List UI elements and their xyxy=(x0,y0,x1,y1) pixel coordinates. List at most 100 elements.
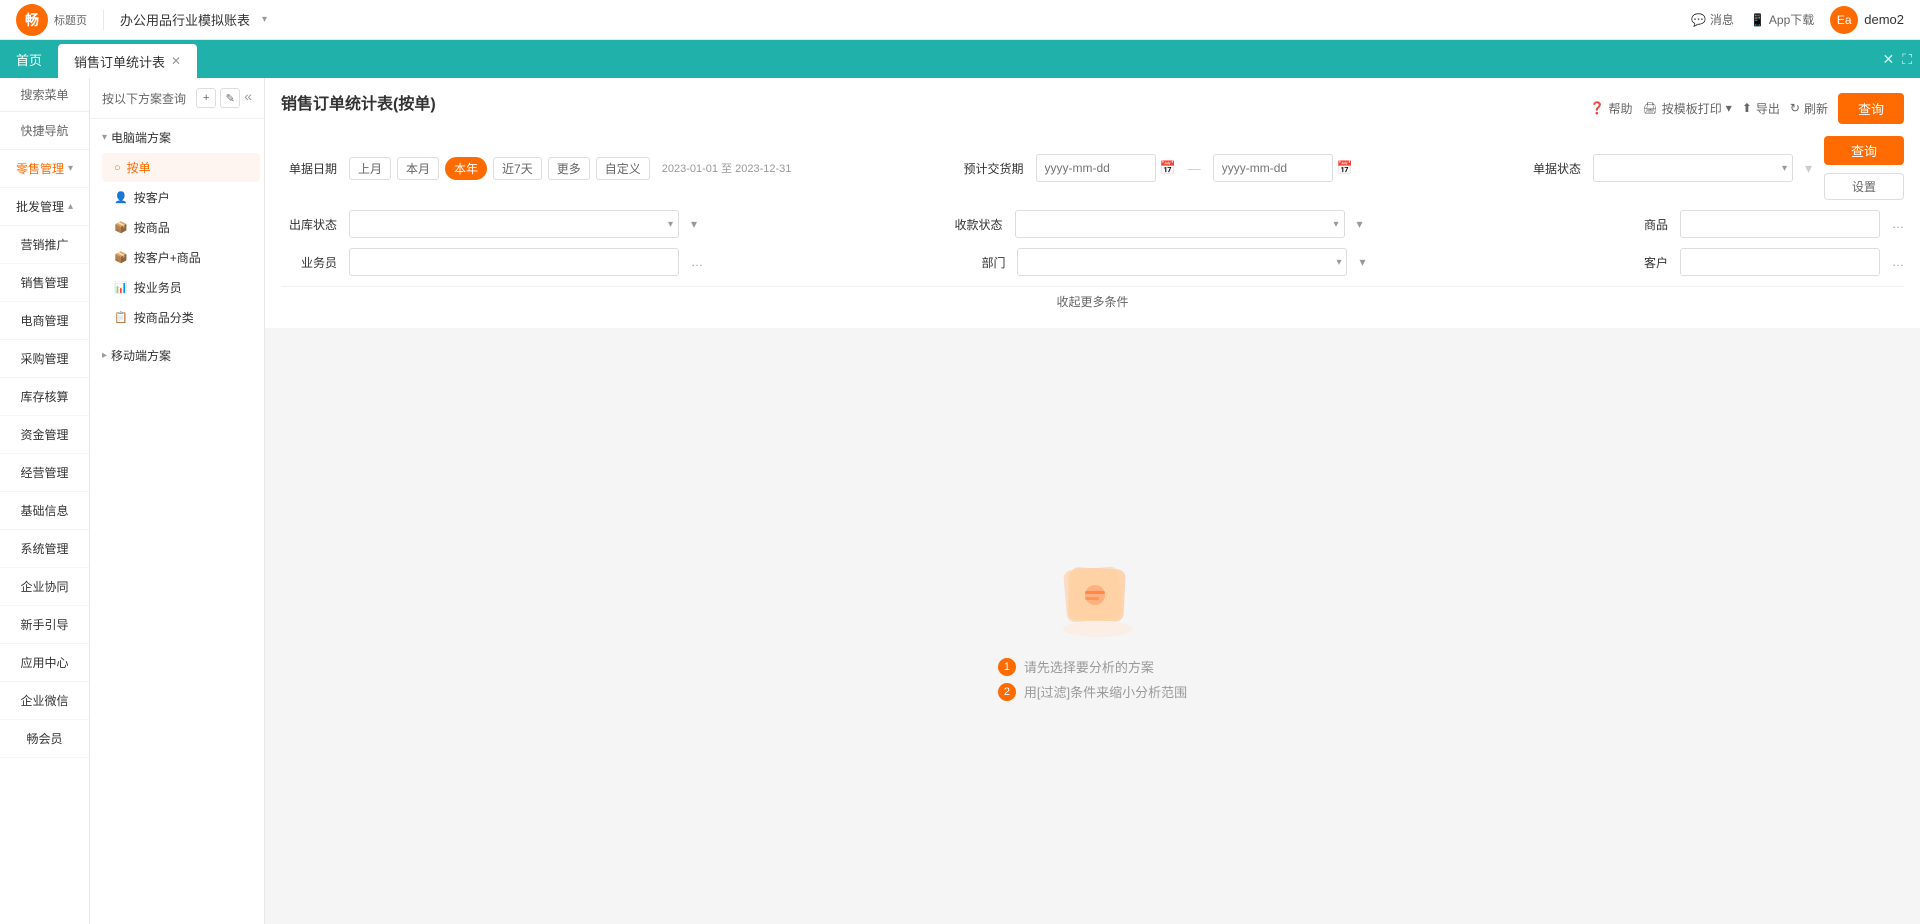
basic-label: 基础信息 xyxy=(20,502,68,519)
salesperson-more[interactable]: … xyxy=(691,255,703,269)
customer-more[interactable]: … xyxy=(1892,255,1904,269)
sidebar-item-purchase[interactable]: 采购管理 xyxy=(0,340,89,378)
apps-label: 应用中心 xyxy=(20,654,68,671)
sidebar-item-wechat[interactable]: 企业微信 xyxy=(0,682,89,720)
tab-close-icon[interactable]: ✕ xyxy=(171,54,181,68)
sidebar-item-basic[interactable]: 基础信息 xyxy=(0,492,89,530)
download-icon: 📱 xyxy=(1750,13,1765,27)
sidebar-item-corp[interactable]: 企业协同 xyxy=(0,568,89,606)
message-icon: 💬 xyxy=(1691,13,1706,27)
salesperson-label: 业务员 xyxy=(281,254,337,271)
scheme-edit-btn[interactable]: ✎ xyxy=(220,88,240,108)
scheme-group-pc-name: 电脑端方案 xyxy=(111,129,171,146)
scheme-item-by-customer[interactable]: 👤 按客户 xyxy=(102,183,260,212)
inventory-label: 库存核算 xyxy=(20,388,68,405)
ops-label: 经营管理 xyxy=(20,464,68,481)
order-status-expand[interactable]: ▾ xyxy=(1805,160,1812,177)
scheme-group-pc-title[interactable]: ▾ 电脑端方案 xyxy=(90,123,264,152)
tab-sales-stat[interactable]: 销售订单统计表 ✕ xyxy=(58,44,197,78)
sidebar-item-member[interactable]: 畅会员 xyxy=(0,720,89,758)
sales-mgmt-label: 销售管理 xyxy=(20,274,68,291)
sidebar-item-inventory[interactable]: 库存核算 xyxy=(0,378,89,416)
department-more[interactable]: ▾ xyxy=(1359,255,1365,269)
quick-nav-label[interactable]: 快捷导航 xyxy=(0,116,89,145)
goods-input[interactable] xyxy=(1680,210,1880,238)
scheme-item-by-salesperson[interactable]: 📊 按业务员 xyxy=(102,273,260,302)
date-btn-more[interactable]: 更多 xyxy=(548,157,590,180)
sidebar-item-ops[interactable]: 经营管理 xyxy=(0,454,89,492)
scheme-group-mobile-title[interactable]: ▸ 移动端方案 xyxy=(90,341,264,370)
main-layout: 搜索菜单 快捷导航 零售管理 ▾ 批发管理 ▴ 营销推广 销售管理 电商管理 采… xyxy=(0,78,1920,924)
date-btn-7days[interactable]: 近7天 xyxy=(493,157,542,180)
tab-maximize-icon[interactable]: ⛶ xyxy=(1902,51,1912,68)
scheme-group-mobile-name: 移动端方案 xyxy=(111,347,171,364)
sidebar-search[interactable]: 搜索菜单 xyxy=(0,78,89,112)
order-status-select[interactable] xyxy=(1593,154,1793,182)
app-download-btn[interactable]: 📱 App下载 xyxy=(1750,11,1814,28)
tab-home[interactable]: 首页 xyxy=(0,40,58,78)
department-wrapper xyxy=(1017,248,1347,276)
scheme-item-by-order[interactable]: ○ 按单 xyxy=(102,153,260,182)
sidebar-item-newbie[interactable]: 新手引导 xyxy=(0,606,89,644)
sidebar-item-marketing[interactable]: 营销推广 xyxy=(0,226,89,264)
filter-row-person: 业务员 … 部门 ▾ 客户 … xyxy=(281,248,1904,276)
sidebar-item-system[interactable]: 系统管理 xyxy=(0,530,89,568)
help-btn[interactable]: ❓ 帮助 xyxy=(1590,100,1633,117)
sidebar-item-finance[interactable]: 资金管理 xyxy=(0,416,89,454)
delivery-status-more[interactable]: ▾ xyxy=(691,217,697,231)
query-btn-right[interactable]: 查询 xyxy=(1824,136,1904,165)
hint-text-2: 用[过滤]条件来缩小分析范围 xyxy=(1024,682,1187,701)
by-order-icon: ○ xyxy=(114,162,121,174)
date-btn-this-year[interactable]: 本年 xyxy=(445,157,487,180)
app-title: 办公用品行业模拟账表 xyxy=(120,10,250,29)
sidebar-item-retail[interactable]: 零售管理 ▾ xyxy=(0,150,89,188)
receipt-status-wrapper xyxy=(1015,210,1345,238)
print-btn[interactable]: 🖨 按模板打印 ▾ xyxy=(1643,100,1732,117)
date-btn-custom[interactable]: 自定义 xyxy=(596,157,650,180)
delivery-status-select[interactable] xyxy=(349,210,679,238)
date-btn-prev-month[interactable]: 上月 xyxy=(349,157,391,180)
expected-date-end[interactable] xyxy=(1213,154,1333,182)
export-label: 导出 xyxy=(1756,100,1780,117)
collapse-more-btn[interactable]: 收起更多条件 xyxy=(1048,287,1136,317)
sidebar-item-apps[interactable]: 应用中心 xyxy=(0,644,89,682)
filter-area: 销售订单统计表(按单) ❓ 帮助 🖨 按模板打印 ▾ ⬆ xyxy=(265,78,1920,328)
setting-btn[interactable]: 设置 xyxy=(1824,173,1904,200)
scheme-collapse-btn[interactable]: « xyxy=(244,88,252,108)
refresh-btn[interactable]: ↻ 刷新 xyxy=(1790,100,1828,117)
expected-date-start[interactable] xyxy=(1036,154,1156,182)
date-btn-this-month[interactable]: 本月 xyxy=(397,157,439,180)
user-area[interactable]: Ea demo2 xyxy=(1830,6,1904,34)
empty-hint-1: 1 请先选择要分析的方案 xyxy=(998,657,1187,676)
scheme-add-btn[interactable]: + xyxy=(196,88,216,108)
top-bar: 畅 标题页 办公用品行业模拟账表 ▾ 💬 消息 📱 App下载 Ea demo2 xyxy=(0,0,1920,40)
message-btn[interactable]: 💬 消息 xyxy=(1691,11,1734,28)
print-label: 按模板打印 xyxy=(1662,100,1722,117)
sidebar-item-wholesale[interactable]: 批发管理 ▴ xyxy=(0,188,89,226)
receipt-status-more[interactable]: ▾ xyxy=(1357,217,1363,231)
scheme-item-by-cust-goods[interactable]: 📦 按客户+商品 xyxy=(102,243,260,272)
filter-main: 销售订单统计表(按单) ❓ 帮助 🖨 按模板打印 ▾ ⬆ xyxy=(265,78,1920,924)
tab-close-window-icon[interactable]: ✕ xyxy=(1882,51,1894,68)
app-title-arrow[interactable]: ▾ xyxy=(262,14,267,25)
scheme-panel-header: 按以下方案查询 + ✎ « xyxy=(90,78,264,119)
hint-text-1: 请先选择要分析的方案 xyxy=(1024,657,1154,676)
goods-more[interactable]: … xyxy=(1892,217,1904,231)
export-btn[interactable]: ⬆ 导出 xyxy=(1742,100,1780,117)
sidebar-item-ecommerce[interactable]: 电商管理 xyxy=(0,302,89,340)
scheme-item-by-goods[interactable]: 📦 按商品 xyxy=(102,213,260,242)
receipt-status-select[interactable] xyxy=(1015,210,1345,238)
scheme-item-by-goods-cat[interactable]: 📋 按商品分类 xyxy=(102,303,260,332)
customer-input[interactable] xyxy=(1680,248,1880,276)
empty-state: 1 请先选择要分析的方案 2 用[过滤]条件来缩小分析范围 xyxy=(265,328,1920,924)
query-button[interactable]: 查询 xyxy=(1838,93,1904,124)
scheme-group-mobile: ▸ 移动端方案 xyxy=(90,337,264,374)
search-menu-label[interactable]: 搜索菜单 xyxy=(8,86,81,103)
salesperson-input[interactable] xyxy=(349,248,679,276)
sidebar-quick-nav[interactable]: 快捷导航 xyxy=(0,112,89,150)
date-sep: — xyxy=(1188,161,1201,176)
department-select[interactable] xyxy=(1017,248,1347,276)
customer-label: 客户 xyxy=(1612,254,1668,271)
sidebar-item-sales-mgmt[interactable]: 销售管理 xyxy=(0,264,89,302)
scheme-panel-actions: + ✎ « xyxy=(196,88,252,108)
